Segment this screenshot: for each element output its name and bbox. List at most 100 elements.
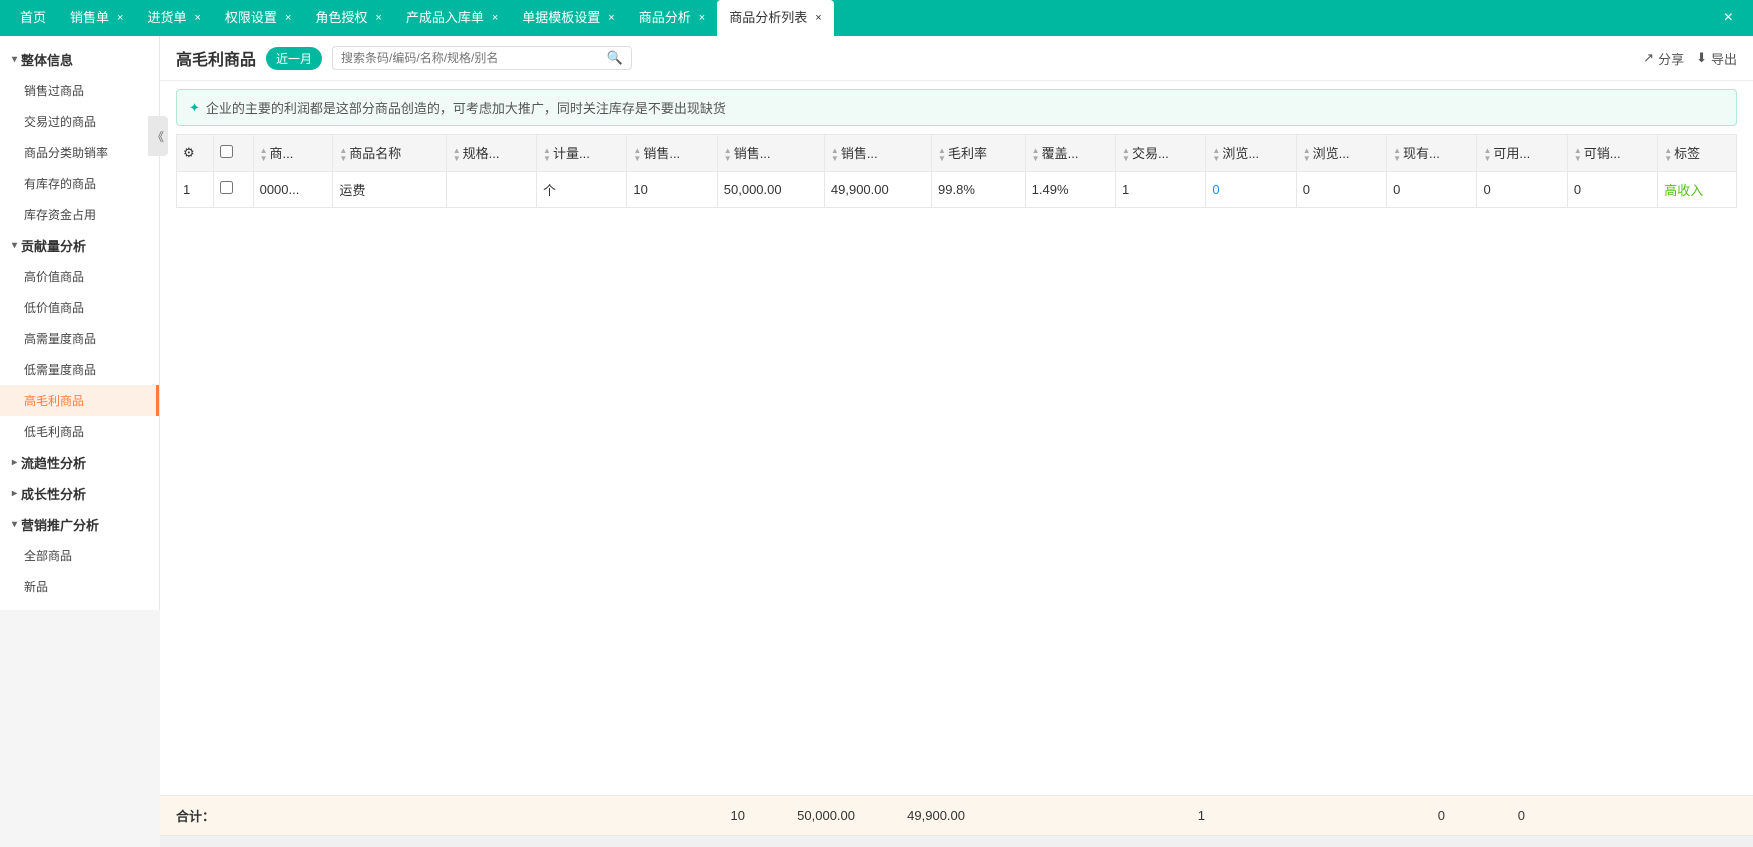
group-label-marketing-analysis: 营销推广分析: [21, 515, 99, 534]
sidebar-item-low-value[interactable]: 低价值商品: [0, 292, 159, 323]
top-nav: 首页销售单×进货单×权限设置×角色授权×产成品入库单×单据模板设置×商品分析×商…: [0, 0, 1753, 36]
nav-close-sales-order[interactable]: ×: [117, 0, 123, 36]
col-header-browse1[interactable]: ▲▼浏览...: [1206, 135, 1296, 172]
nav-close-order-template[interactable]: ×: [608, 0, 614, 36]
col-header-spec[interactable]: ▲▼规格...: [446, 135, 536, 172]
col-header-sellable[interactable]: ▲▼可销...: [1567, 135, 1657, 172]
cell-spec: [446, 171, 536, 207]
scroll-bar[interactable]: [160, 835, 1753, 847]
col-header-available[interactable]: ▲▼可用...: [1477, 135, 1567, 172]
group-arrow-trend-analysis: ▸: [12, 457, 17, 468]
sidebar-item-low-profit[interactable]: 低毛利商品: [0, 416, 159, 447]
sidebar-group-trend-analysis[interactable]: ▸流趋性分析: [0, 447, 159, 478]
search-box[interactable]: 🔍: [332, 46, 632, 70]
group-label-overall: 整体信息: [21, 50, 73, 69]
group-label-growth-analysis: 成长性分析: [21, 484, 86, 503]
sort-icon-browse1: ▲▼: [1212, 147, 1220, 163]
row-checkbox-0[interactable]: [220, 181, 233, 194]
sidebar-group-profit-analysis[interactable]: ▾贡献量分析: [0, 230, 159, 261]
table-row[interactable]: 10000...运费个1050,000.0049,900.0099.8%1.49…: [177, 171, 1737, 207]
nav-close-purchase-order[interactable]: ×: [194, 0, 200, 36]
nav-item-sales-order[interactable]: 销售单×: [58, 0, 135, 36]
col-header-gross-rate[interactable]: ▲▼毛利率: [932, 135, 1026, 172]
cell-coverage: 1.49%: [1025, 171, 1115, 207]
select-all-checkbox[interactable]: [220, 145, 233, 158]
footer-cell-sales-cost: 49,900.00: [875, 808, 965, 823]
sidebar-item-stock-capital[interactable]: 库存资金占用: [0, 199, 159, 230]
col-header-code[interactable]: ▲▼商...: [253, 135, 333, 172]
sidebar-item-high-freq[interactable]: 高需量度商品: [0, 323, 159, 354]
sidebar-item-traded-goods[interactable]: 交易过的商品: [0, 106, 159, 137]
sidebar-item-low-freq[interactable]: 低需量度商品: [0, 354, 159, 385]
col-header-settings: ⚙: [177, 135, 214, 172]
browse1-link[interactable]: 0: [1212, 182, 1219, 197]
col-header-unit[interactable]: ▲▼计量...: [537, 135, 627, 172]
sort-icon-gross-rate: ▲▼: [938, 147, 946, 163]
nav-close-role-auth[interactable]: ×: [375, 0, 381, 36]
page-title: 高毛利商品: [176, 46, 256, 70]
cell-name: 运费: [333, 171, 446, 207]
nav-close-product-analysis[interactable]: ×: [699, 0, 705, 36]
sidebar-item-goods-assist-rate[interactable]: 商品分类助销率: [0, 137, 159, 168]
col-header-tag[interactable]: ▲▼标签: [1658, 135, 1737, 172]
cell-checkbox: [214, 171, 253, 207]
nav-item-product-analysis-list[interactable]: 商品分析列表×: [717, 0, 833, 36]
col-header-current-stock[interactable]: ▲▼现有...: [1387, 135, 1477, 172]
table-footer: 合计：1050,000.0049,900.00100: [160, 795, 1753, 835]
cell-browse2: 0: [1296, 171, 1386, 207]
sort-icon-unit: ▲▼: [543, 147, 551, 163]
sidebar-item-all-goods[interactable]: 全部商品: [0, 540, 159, 571]
sidebar-collapse-btn[interactable]: 《: [148, 116, 168, 156]
nav-item-role-auth[interactable]: 角色授权×: [303, 0, 393, 36]
col-header-name[interactable]: ▲▼商品名称: [333, 135, 446, 172]
sidebar-group-marketing-analysis[interactable]: ▾营销推广分析: [0, 509, 159, 540]
search-input[interactable]: [341, 51, 601, 65]
sidebar-item-high-profit[interactable]: 高毛利商品: [0, 385, 159, 416]
sidebar-group-overall[interactable]: ▾ 整体信息: [0, 44, 159, 75]
sidebar-group-growth-analysis[interactable]: ▸成长性分析: [0, 478, 159, 509]
share-btn[interactable]: ↗ 分享: [1643, 49, 1684, 68]
footer-cell-current-stock: 0: [1385, 808, 1445, 823]
footer-cell-sales-amount: 50,000.00: [765, 808, 855, 823]
col-header-browse2[interactable]: ▲▼浏览...: [1296, 135, 1386, 172]
nav-close-product-analysis-list[interactable]: ×: [815, 0, 821, 36]
nav-item-permission-settings[interactable]: 权限设置×: [213, 0, 303, 36]
nav-item-product-entry[interactable]: 产成品入库单×: [394, 0, 510, 36]
cell-browse1: 0: [1206, 171, 1296, 207]
group-arrow-overall: ▾: [12, 54, 17, 65]
footer-cell-trade-count: 1: [1145, 808, 1205, 823]
cell-gross-rate: 99.8%: [932, 171, 1026, 207]
col-header-sales-qty[interactable]: ▲▼销售...: [627, 135, 717, 172]
cell-code: 0000...: [253, 171, 333, 207]
col-header-sales-amount[interactable]: ▲▼销售...: [717, 135, 824, 172]
sort-icon-spec: ▲▼: [453, 147, 461, 163]
nav-item-purchase-order[interactable]: 进货单×: [135, 0, 212, 36]
sidebar-item-goods-in-stock[interactable]: 有库存的商品: [0, 168, 159, 199]
sidebar-item-high-value[interactable]: 高价值商品: [0, 261, 159, 292]
col-header-trade-count[interactable]: ▲▼交易...: [1116, 135, 1206, 172]
nav-item-home[interactable]: 首页: [8, 0, 58, 36]
nav-item-product-analysis[interactable]: 商品分析×: [627, 0, 717, 36]
nav-close-product-entry[interactable]: ×: [492, 0, 498, 36]
nav-close-permission-settings[interactable]: ×: [285, 0, 291, 36]
export-icon: ⬇: [1696, 50, 1707, 66]
sidebar-item-new-goods[interactable]: 新品: [0, 571, 159, 602]
col-header-coverage[interactable]: ▲▼覆盖...: [1025, 135, 1115, 172]
info-banner: ✦ 企业的主要的利润都是这部分商品创造的，可考虑加大推广，同时关注库存是不要出现…: [176, 89, 1737, 126]
cell-available: 0: [1477, 171, 1567, 207]
time-filter-btn[interactable]: 近一月: [266, 47, 322, 70]
window-close-btn[interactable]: ×: [1712, 9, 1745, 27]
group-label-profit-analysis: 贡献量分析: [21, 236, 86, 255]
sort-icon-code: ▲▼: [260, 147, 268, 163]
cell-settings: 1: [177, 171, 214, 207]
sort-icon-sales-cost: ▲▼: [831, 147, 839, 163]
col-header-sales-cost[interactable]: ▲▼销售...: [824, 135, 931, 172]
search-icon[interactable]: 🔍: [607, 50, 623, 66]
cell-unit: 个: [537, 171, 627, 207]
export-btn[interactable]: ⬇ 导出: [1696, 49, 1737, 68]
nav-item-order-template[interactable]: 单据模板设置×: [510, 0, 626, 36]
sort-icon-trade-count: ▲▼: [1122, 147, 1130, 163]
sort-icon-tag: ▲▼: [1664, 147, 1672, 163]
sidebar-item-sales-goods[interactable]: 销售过商品: [0, 75, 159, 106]
sort-icon-name: ▲▼: [339, 147, 347, 163]
